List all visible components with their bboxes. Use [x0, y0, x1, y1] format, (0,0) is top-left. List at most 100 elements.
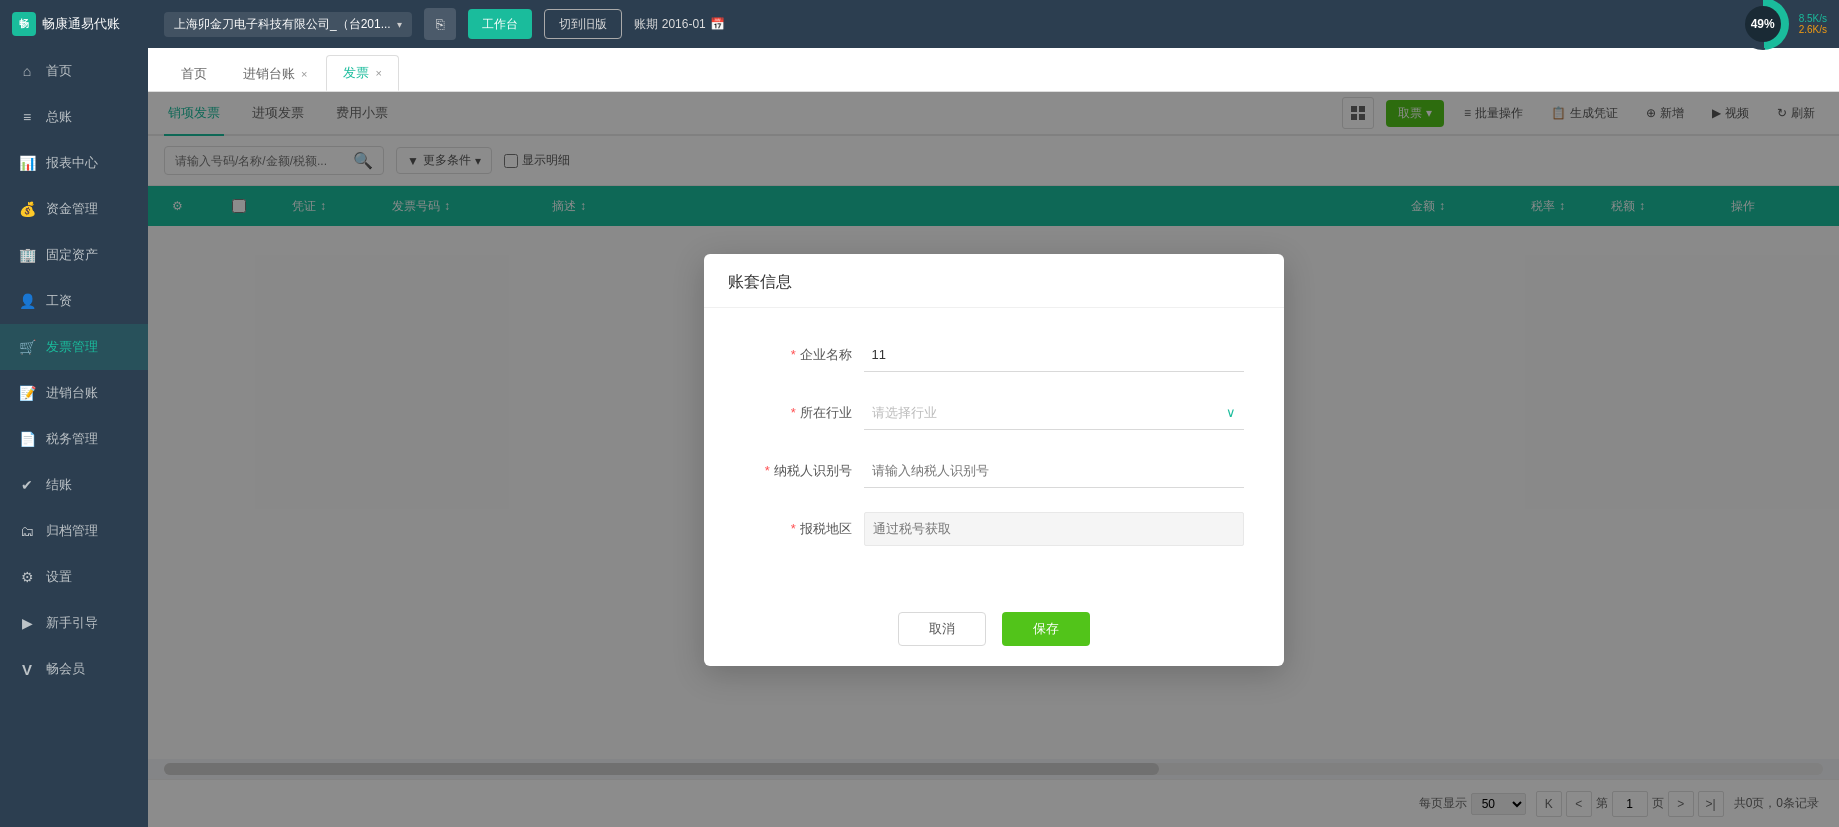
sidebar: ⌂ 首页 ≡ 总账 📊 报表中心 💰 资金管理 🏢 固定资产 👤 工资 🛒 发票… — [0, 48, 148, 827]
sidebar-item-fixed[interactable]: 🏢 固定资产 — [0, 232, 148, 278]
company-name-input[interactable] — [864, 338, 1244, 372]
sidebar-item-archive[interactable]: 🗂 归档管理 — [0, 508, 148, 554]
form-row-industry: * 所在行业 请选择行业 ∨ — [744, 396, 1244, 430]
invoice-icon: 🛒 — [18, 339, 36, 355]
sidebar-item-invoice[interactable]: 🛒 发票管理 — [0, 324, 148, 370]
save-button[interactable]: 保存 — [1002, 612, 1090, 646]
cancel-button[interactable]: 取消 — [898, 612, 986, 646]
finance-icon: 💰 — [18, 201, 36, 217]
sidebar-item-guide[interactable]: ▶ 新手引导 — [0, 600, 148, 646]
sidebar-label-finance: 资金管理 — [46, 200, 98, 218]
sidebar-label-guide: 新手引导 — [46, 614, 98, 632]
tab-home-label: 首页 — [181, 65, 207, 83]
sidebar-label-ledger: 总账 — [46, 108, 72, 126]
archive-icon: 🗂 — [18, 523, 36, 539]
company-name-label: * 企业名称 — [744, 346, 864, 364]
salary-icon: 👤 — [18, 293, 36, 309]
settle-icon: ✔ — [18, 477, 36, 493]
industry-select[interactable]: 请选择行业 — [864, 405, 1244, 420]
company-dropdown-arrow: ▾ — [397, 19, 402, 30]
logo-area: 畅 畅康通易代账 — [12, 12, 152, 36]
speed-percent: 49% — [1745, 6, 1781, 42]
guide-icon: ▶ — [18, 615, 36, 631]
copy-icon[interactable]: ⎘ — [424, 8, 456, 40]
company-name-label-text: 企业名称 — [800, 347, 852, 362]
tab-home[interactable]: 首页 — [164, 55, 224, 91]
modal-body: * 企业名称 * 所在行业 — [704, 308, 1284, 600]
industry-select-wrap: 请选择行业 ∨ — [864, 396, 1244, 430]
tab-bar: 首页 进销台账 × 发票 × — [148, 48, 1839, 92]
form-row-tax-region: * 报税地区 — [744, 512, 1244, 546]
industry-dropdown-arrow: ∨ — [1226, 405, 1236, 420]
sidebar-item-member[interactable]: V 畅会员 — [0, 646, 148, 692]
sidebar-label-purchase: 进销台账 — [46, 384, 98, 402]
tax-region-label-text: 报税地区 — [800, 521, 852, 536]
app-title: 畅康通易代账 — [42, 15, 120, 33]
speed-circle: 49% — [1737, 0, 1789, 50]
speed-up: 8.5K/s — [1799, 13, 1827, 24]
tab-invoice-close[interactable]: × — [375, 67, 381, 79]
tax-id-label-text: 纳税人识别号 — [774, 463, 852, 478]
logo-icon: 畅 — [12, 12, 36, 36]
member-icon: V — [18, 661, 36, 678]
sidebar-item-salary[interactable]: 👤 工资 — [0, 278, 148, 324]
home-icon: ⌂ — [18, 63, 36, 79]
company-selector[interactable]: 上海卯金刀电子科技有限公司_（台201... ▾ — [164, 12, 412, 37]
tax-icon: 📄 — [18, 431, 36, 447]
sidebar-item-home[interactable]: ⌂ 首页 — [0, 48, 148, 94]
purchase-icon: 📝 — [18, 385, 36, 401]
sidebar-item-ledger[interactable]: ≡ 总账 — [0, 94, 148, 140]
sidebar-item-settings[interactable]: ⚙ 设置 — [0, 554, 148, 600]
sidebar-label-settle: 结账 — [46, 476, 72, 494]
sidebar-item-settle[interactable]: ✔ 结账 — [0, 462, 148, 508]
calendar-icon[interactable]: 📅 — [710, 17, 725, 31]
settings-icon: ⚙ — [18, 569, 36, 585]
speed-widget: 49% 8.5K/s 2.6K/s — [1737, 0, 1827, 50]
fixed-icon: 🏢 — [18, 247, 36, 263]
tax-region-label: * 报税地区 — [744, 520, 864, 538]
main-layout: ⌂ 首页 ≡ 总账 📊 报表中心 💰 资金管理 🏢 固定资产 👤 工资 🛒 发票… — [0, 48, 1839, 827]
tab-purchase-label: 进销台账 — [243, 65, 295, 83]
sidebar-label-member: 畅会员 — [46, 660, 85, 678]
form-row-tax-id: * 纳税人识别号 — [744, 454, 1244, 488]
speed-stats: 8.5K/s 2.6K/s — [1799, 13, 1827, 35]
company-name: 上海卯金刀电子科技有限公司_（台201... — [174, 16, 391, 33]
tax-region-input[interactable] — [864, 512, 1244, 546]
workbench-button[interactable]: 工作台 — [468, 9, 532, 39]
modal-overlay: 账套信息 * 企业名称 — [148, 92, 1839, 827]
sidebar-item-tax[interactable]: 📄 税务管理 — [0, 416, 148, 462]
content-area: 首页 进销台账 × 发票 × 销项发票 进项发票 费用 — [148, 48, 1839, 827]
sidebar-label-invoice: 发票管理 — [46, 338, 98, 356]
sidebar-label-fixed: 固定资产 — [46, 246, 98, 264]
period-label: 账期 — [634, 16, 658, 33]
sidebar-label-tax: 税务管理 — [46, 430, 98, 448]
tab-purchase-close[interactable]: × — [301, 68, 307, 80]
sidebar-item-finance[interactable]: 💰 资金管理 — [0, 186, 148, 232]
period-value: 2016-01 — [662, 17, 706, 31]
speed-down: 2.6K/s — [1799, 24, 1827, 35]
sidebar-label-archive: 归档管理 — [46, 522, 98, 540]
modal-footer: 取消 保存 — [704, 600, 1284, 666]
tax-id-input[interactable] — [864, 454, 1244, 488]
modal-title: 账套信息 — [728, 273, 792, 290]
account-info-modal: 账套信息 * 企业名称 — [704, 254, 1284, 666]
tax-id-label: * 纳税人识别号 — [744, 462, 864, 480]
industry-label: * 所在行业 — [744, 404, 864, 422]
header-right: 49% 8.5K/s 2.6K/s — [1737, 0, 1827, 50]
form-row-company-name: * 企业名称 — [744, 338, 1244, 372]
tab-invoice[interactable]: 发票 × — [326, 55, 398, 91]
report-icon: 📊 — [18, 155, 36, 171]
sidebar-label-salary: 工资 — [46, 292, 72, 310]
sidebar-label-home: 首页 — [46, 62, 72, 80]
top-header: 畅 畅康通易代账 上海卯金刀电子科技有限公司_（台201... ▾ ⎘ 工作台 … — [0, 0, 1839, 48]
modal-header: 账套信息 — [704, 254, 1284, 308]
period-info: 账期 2016-01 📅 — [634, 16, 725, 33]
tab-invoice-label: 发票 — [343, 64, 369, 82]
sidebar-item-purchase[interactable]: 📝 进销台账 — [0, 370, 148, 416]
sidebar-label-settings: 设置 — [46, 568, 72, 586]
ledger-icon: ≡ — [18, 109, 36, 125]
old-version-button[interactable]: 切到旧版 — [544, 9, 622, 39]
industry-label-text: 所在行业 — [800, 405, 852, 420]
tab-purchase[interactable]: 进销台账 × — [226, 55, 324, 91]
sidebar-item-report[interactable]: 📊 报表中心 — [0, 140, 148, 186]
